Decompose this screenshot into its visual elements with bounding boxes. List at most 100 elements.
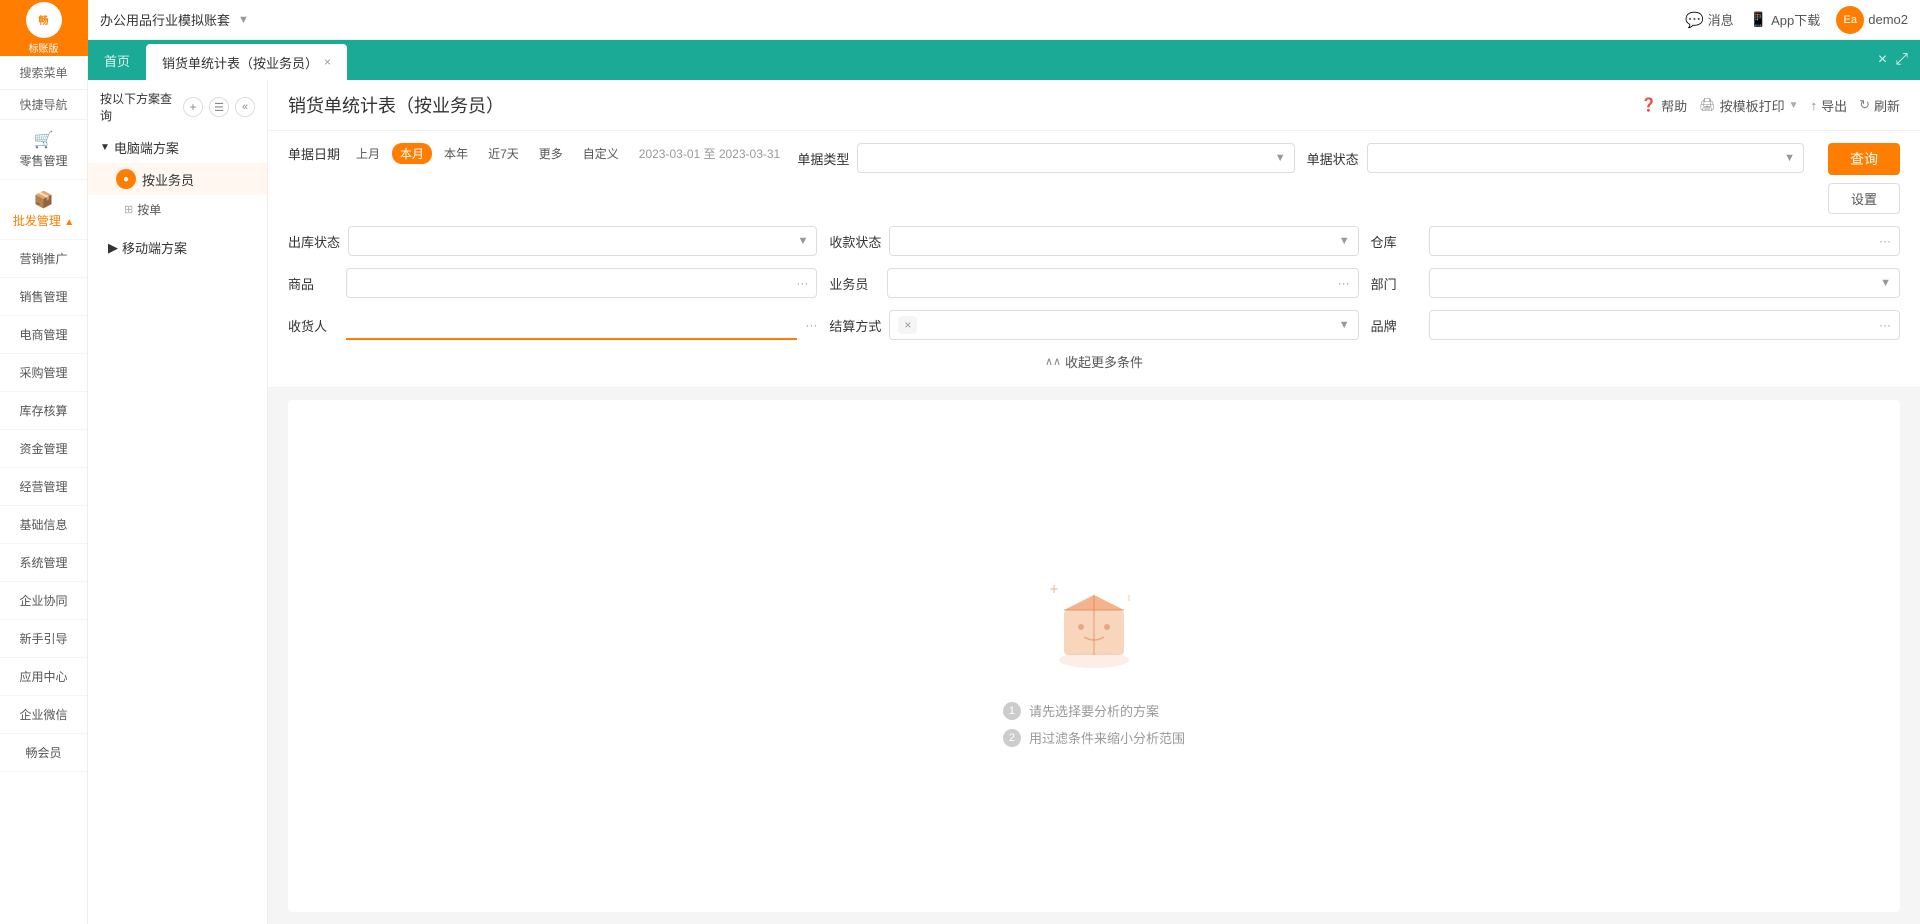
tabbar-expand: × ⤢: [1878, 51, 1920, 69]
receipt-status-select[interactable]: ▼: [889, 226, 1358, 256]
desktop-scheme-label: 电脑端方案: [114, 138, 179, 157]
message-label[interactable]: 消息: [1708, 10, 1734, 29]
warehouse-label: 仓库: [1371, 232, 1421, 251]
sidebar-item-enterprise[interactable]: 企业协同: [0, 582, 87, 620]
sidebar-item-member[interactable]: 畅会员: [0, 734, 87, 772]
desktop-scheme-title[interactable]: ▼ 电脑端方案: [88, 132, 267, 163]
date-btn-more[interactable]: 更多: [531, 143, 571, 164]
tab-sales-stat-label: 销货单统计表（按业务员）: [162, 53, 318, 72]
dept-select[interactable]: ▼: [1429, 268, 1900, 298]
print-btn[interactable]: 🖨 按模板打印 ▼: [1699, 96, 1798, 115]
out-status-select[interactable]: ▼: [348, 226, 817, 256]
edit-scheme-btn[interactable]: ☰: [209, 97, 229, 117]
mobile-scheme-title[interactable]: ▶ 移动端方案: [88, 232, 267, 263]
date-btn-last-7[interactable]: 近7天: [480, 143, 527, 164]
sidebar-item-finance[interactable]: 资金管理: [0, 430, 87, 468]
payment-tag-close[interactable]: ×: [904, 318, 911, 332]
brand-select[interactable]: ···: [1429, 310, 1900, 340]
sidebar-item-basic[interactable]: 基础信息: [0, 506, 87, 544]
sidebar-item-retail[interactable]: 🛒 零售管理: [0, 120, 87, 180]
collapse-panel-btn[interactable]: «: [235, 97, 255, 117]
doc-status-select[interactable]: ▼: [1367, 143, 1804, 173]
sidebar-item-wholesale[interactable]: 📦 批发管理 ▲: [0, 180, 87, 240]
sidebar-item-label: 零售管理: [19, 154, 67, 168]
consignee-input[interactable]: [346, 310, 797, 340]
sidebar-item-sales[interactable]: 销售管理: [0, 278, 87, 316]
refresh-label[interactable]: 刷新: [1874, 96, 1900, 115]
scheme-item-by-order[interactable]: ⊞ 按单: [88, 195, 267, 224]
warehouse-select[interactable]: ···: [1429, 226, 1900, 256]
tab-home[interactable]: 首页: [88, 40, 146, 80]
collapse-label[interactable]: 收起更多条件: [1065, 352, 1143, 371]
consignee-ellipsis[interactable]: ···: [805, 318, 817, 332]
tabbar: 首页 销货单统计表（按业务员） × × ⤢: [88, 40, 1920, 80]
sidebar-item-newbie[interactable]: 新手引导: [0, 620, 87, 658]
app-download-btn[interactable]: 📱 App下载: [1750, 10, 1821, 29]
tab-close-icon[interactable]: ×: [324, 55, 331, 69]
help-btn[interactable]: ❓ 帮助: [1641, 96, 1687, 115]
doc-status-arrow-icon: ▼: [1784, 152, 1795, 164]
username-label[interactable]: demo2: [1868, 12, 1908, 27]
help-label[interactable]: 帮助: [1661, 96, 1687, 115]
salesman-ellipsis[interactable]: ···: [1338, 276, 1350, 290]
refresh-btn[interactable]: ↻ 刷新: [1859, 96, 1900, 115]
sidebar-item-label: 经营管理: [19, 480, 67, 494]
doc-type-select[interactable]: ▼: [857, 143, 1294, 173]
sidebar-item-operations[interactable]: 经营管理: [0, 468, 87, 506]
collapse-up-icon: ∧∧: [1045, 355, 1061, 368]
collapse-btn[interactable]: ∧∧ 收起更多条件: [1045, 352, 1143, 371]
query-btn[interactable]: 查询: [1828, 143, 1900, 175]
search-menu[interactable]: 搜索菜单: [0, 56, 87, 90]
app-download-label[interactable]: App下载: [1771, 10, 1820, 29]
setting-btn[interactable]: 设置: [1828, 183, 1900, 214]
empty-step-1: 1 请先选择要分析的方案: [1003, 701, 1185, 720]
doc-type-arrow-icon: ▼: [1275, 152, 1286, 164]
date-btn-custom[interactable]: 自定义: [575, 143, 627, 164]
add-scheme-btn[interactable]: +: [183, 97, 203, 117]
sidebar-item-wechat[interactable]: 企业微信: [0, 696, 87, 734]
payment-tag: ×: [898, 316, 917, 334]
goods-ellipsis[interactable]: ···: [796, 276, 808, 290]
tab-close-all-icon[interactable]: ×: [1878, 51, 1887, 69]
receipt-status-label: 收款状态: [829, 232, 881, 251]
tab-expand-icon[interactable]: ⤢: [1895, 51, 1908, 69]
sidebar-item-label: 采购管理: [19, 366, 67, 380]
date-btn-last-month[interactable]: 上月: [348, 143, 388, 164]
payment-select[interactable]: × ▼: [889, 310, 1358, 340]
salesman-select[interactable]: ···: [887, 268, 1358, 298]
quick-nav[interactable]: 快捷导航: [0, 90, 87, 120]
refresh-icon: ↻: [1859, 97, 1870, 113]
sidebar-item-label: 销售管理: [19, 290, 67, 304]
sidebar-item-purchase[interactable]: 采购管理: [0, 354, 87, 392]
sidebar-item-system[interactable]: 系统管理: [0, 544, 87, 582]
dropdown-icon[interactable]: ▼: [238, 14, 249, 26]
wholesale-icon: 📦: [0, 190, 87, 210]
logo-icon: 畅: [26, 2, 62, 38]
date-btn-this-year[interactable]: 本年: [436, 143, 476, 164]
sidebar-item-ecommerce[interactable]: 电商管理: [0, 316, 87, 354]
step-1-num: 1: [1003, 702, 1021, 720]
query-setting-area: 查询 设置: [1828, 143, 1900, 214]
sidebar-item-apps[interactable]: 应用中心: [0, 658, 87, 696]
export-btn[interactable]: ↑ 导出: [1811, 96, 1848, 115]
sidebar-item-inventory[interactable]: 库存核算: [0, 392, 87, 430]
tab-sales-stat[interactable]: 销货单统计表（按业务员） ×: [146, 44, 347, 80]
receipt-status-arrow-icon: ▼: [1339, 235, 1350, 247]
logo-text: 标账版: [29, 40, 59, 55]
print-label[interactable]: 按模板打印: [1720, 96, 1785, 115]
doc-status-label: 单据状态: [1307, 149, 1359, 168]
warehouse-ellipsis[interactable]: ···: [1879, 234, 1891, 248]
date-btn-this-month[interactable]: 本月: [392, 143, 432, 164]
export-label[interactable]: 导出: [1821, 96, 1847, 115]
sidebar-item-marketing[interactable]: 营销推广: [0, 240, 87, 278]
scheme-item-by-salesman[interactable]: ● 按业务员: [88, 163, 267, 195]
sidebar-item-label: 应用中心: [19, 670, 67, 684]
quick-nav-label[interactable]: 快捷导航: [19, 98, 67, 112]
search-menu-label[interactable]: 搜索菜单: [19, 66, 67, 80]
brand-ellipsis[interactable]: ···: [1879, 318, 1891, 332]
goods-select[interactable]: ···: [346, 268, 817, 298]
user-avatar-btn[interactable]: Ea demo2: [1836, 6, 1908, 34]
left-panel-title: 按以下方案查询: [100, 90, 183, 124]
dept-label: 部门: [1371, 274, 1421, 293]
message-btn[interactable]: 💬 消息: [1685, 10, 1734, 29]
